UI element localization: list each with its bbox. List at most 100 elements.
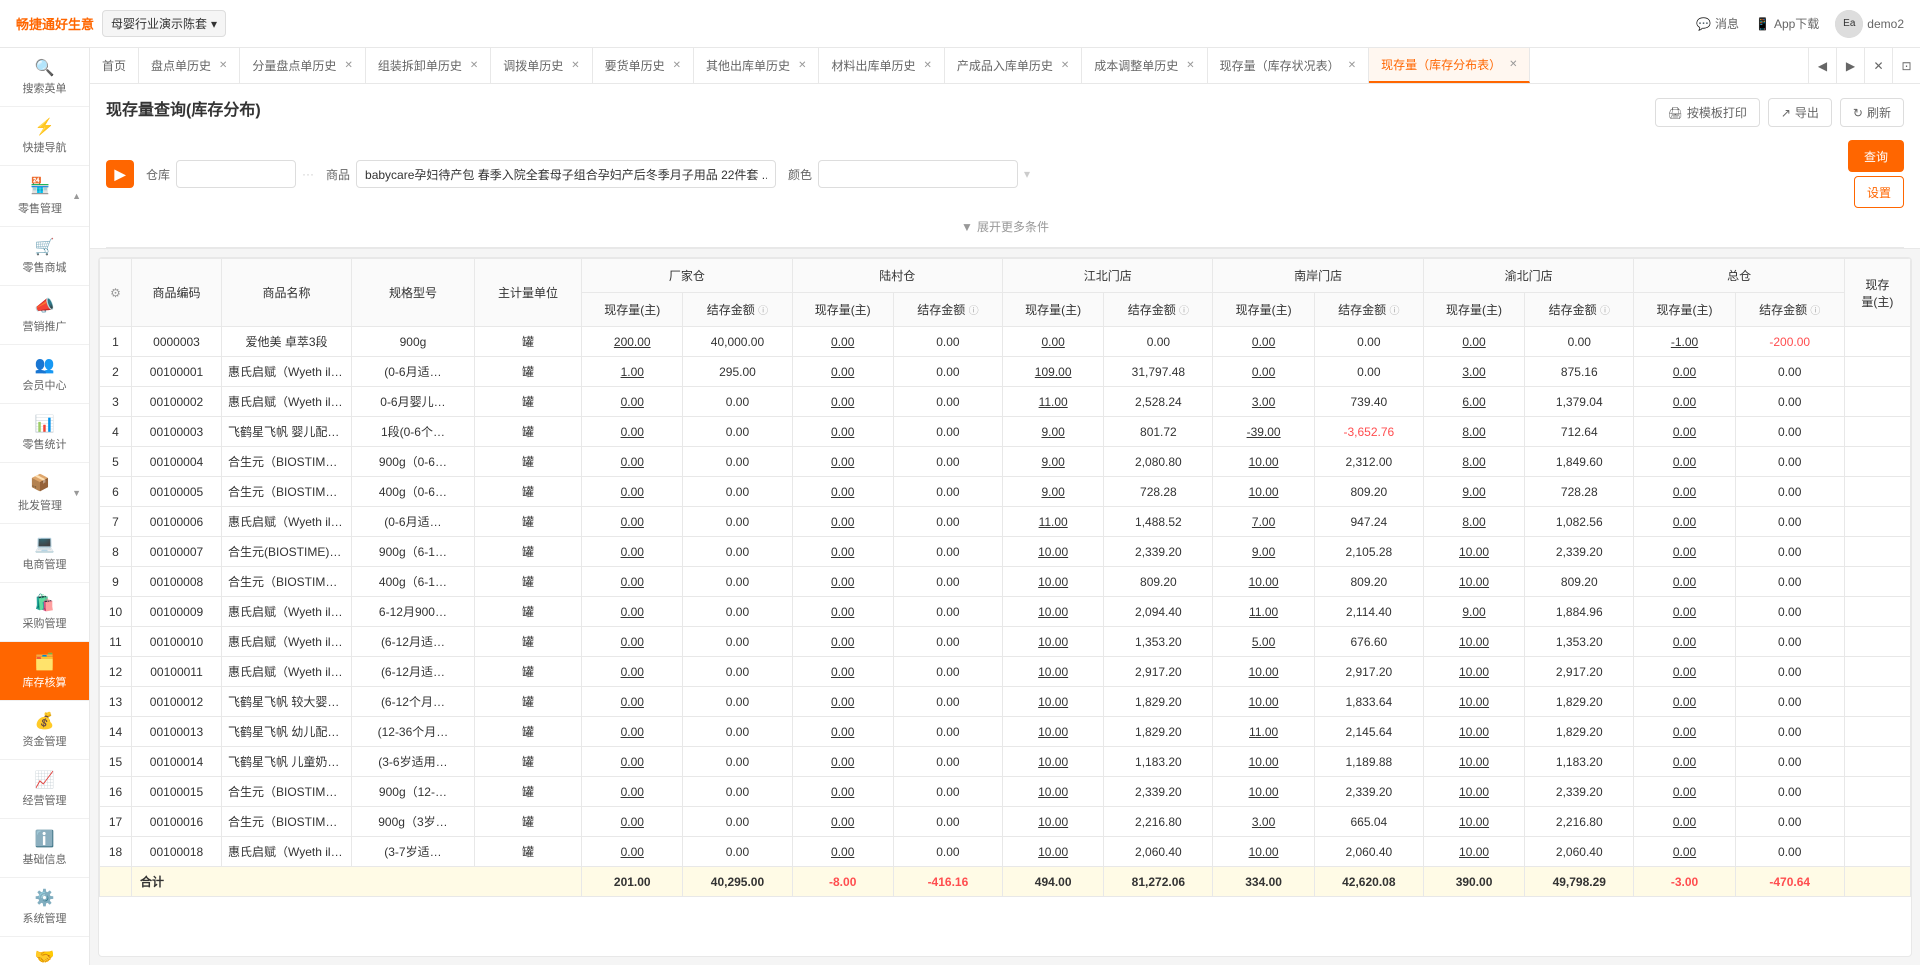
sidebar-item-operations[interactable]: 📈 经营管理 [0,760,89,819]
export-btn[interactable]: ↗ 导出 [1768,98,1832,127]
user-area[interactable]: Ea demo2 [1835,10,1904,38]
sidebar-item-mall[interactable]: 🛒 零售商城 [0,227,89,286]
sidebar-item-purchase[interactable]: 🛍️ 采购管理 [0,583,89,642]
cell: -39.00 [1213,417,1314,447]
tab-cost-adj[interactable]: 成本调整单历史 ✕ [1082,48,1207,83]
refresh-btn[interactable]: ↻ 刷新 [1840,98,1904,127]
sidebar-item-wholesale[interactable]: 📦 批发管理 ▼ [0,463,89,524]
sidebar-label-system: 系统管理 [23,910,67,926]
sidebar-item-marketing[interactable]: 📣 营销推广 [0,286,89,345]
table-row: 6 00100005 合生元（BIOSTIME）… 400g（0-6… 罐 0.… [100,477,1911,507]
color-input[interactable] [818,160,1018,188]
tab-next-btn[interactable]: ▶ [1836,48,1864,84]
tab-transfer[interactable]: 调拨单历史 ✕ [491,48,592,83]
tab-requisition-close[interactable]: ✕ [673,60,681,71]
cell: 飞鹤星飞帆 儿童奶粉 4… [222,747,352,777]
cell: 0.00 [683,627,792,657]
cell: 罐 [474,477,581,507]
cell: 0.00 [1735,777,1844,807]
tab-material-out[interactable]: 材料出库单历史 ✕ [819,48,944,83]
tab-split-stock[interactable]: 分量盘点单历史 ✕ [240,48,365,83]
cell: 0.00 [683,687,792,717]
sidebar-item-basic-info[interactable]: ℹ️ 基础信息 [0,819,89,878]
query-button[interactable]: 查询 [1848,140,1904,172]
cell: 罐 [474,717,581,747]
tab-other-out[interactable]: 其他出库单历史 ✕ [694,48,819,83]
tab-finished-in[interactable]: 产成品入库单历史 ✕ [945,48,1082,83]
cell: 0.00 [792,777,893,807]
sidebar-item-collab[interactable]: 🤝 企业协同 [0,937,89,965]
cell: 0.00 [683,717,792,747]
goods-input[interactable] [356,160,776,188]
sidebar-item-retail-mgmt[interactable]: 🏪 零售管理 ▲ [0,166,89,227]
warehouse-input[interactable] [176,160,296,188]
sidebar-item-nav[interactable]: ⚡ 快捷导航 [0,107,89,166]
tab-stock-history[interactable]: 盘点单历史 ✕ [139,48,240,83]
tab-expand-btn[interactable]: ⊡ [1892,48,1920,84]
cell: 0.00 [1735,807,1844,837]
cell: 739.40 [1314,387,1423,417]
tab-transfer-close[interactable]: ✕ [571,60,579,71]
sidebar-item-ecommerce[interactable]: 💻 电商管理 [0,524,89,583]
cell: 9.00 [1003,477,1104,507]
tab-stock-history-close[interactable]: ✕ [219,60,227,71]
cell: 0.00 [1213,327,1314,357]
cell: 15 [100,747,132,777]
warehouse-dots[interactable]: ··· [302,167,314,181]
cell: (3-7岁适… [352,837,475,867]
tab-stock-dist-close[interactable]: ✕ [1509,59,1517,70]
tab-assembly-close[interactable]: ✕ [470,60,478,71]
cell: 2,917.20 [1314,657,1423,687]
messages-btn[interactable]: 💬 消息 [1696,15,1739,32]
cell: 2,105.28 [1314,537,1423,567]
app-download-btn[interactable]: 📱 App下载 [1755,15,1819,32]
cell: 10.00 [1003,567,1104,597]
tab-home[interactable]: 首页 [90,48,139,83]
summary-yb-amt: 49,798.29 [1525,867,1634,897]
tab-assembly[interactable]: 组装拆卸单历史 ✕ [366,48,491,83]
color-dropdown-icon[interactable]: ▾ [1024,167,1030,181]
col-header-factory: 厂家仓 [582,259,792,293]
cell: 1.00 [582,357,683,387]
cell: 惠氏启赋（Wyeth illu… [222,387,352,417]
tab-material-out-close[interactable]: ✕ [923,60,931,71]
chevron-down-icon: ▾ [211,17,217,31]
cell: 10.00 [1423,627,1524,657]
sidebar-item-system[interactable]: ⚙️ 系统管理 [0,878,89,937]
cell: 00100001 [132,357,222,387]
cell: 1,379.04 [1525,387,1634,417]
cell: 0.00 [1735,417,1844,447]
tab-stock-status[interactable]: 现存量（库存状况表） ✕ [1208,48,1369,83]
tab-split-stock-close[interactable]: ✕ [344,60,352,71]
tab-stock-status-close[interactable]: ✕ [1348,60,1356,71]
settings-icon[interactable]: ⚙ [110,286,121,300]
warehouse-label: 仓库 [146,166,170,183]
tab-finished-in-close[interactable]: ✕ [1061,60,1069,71]
cell: 0.00 [1634,537,1735,567]
expand-more-btn[interactable]: ▼ 展开更多条件 [106,214,1904,239]
tab-requisition[interactable]: 要货单历史 ✕ [593,48,694,83]
sidebar-item-search[interactable]: 🔍 搜索英单 [0,48,89,107]
sidebar-item-finance[interactable]: 💰 资金管理 [0,701,89,760]
sidebar-item-member[interactable]: 👥 会员中心 [0,345,89,404]
print-btn[interactable]: 🖨 按模板打印 [1655,98,1760,127]
col-sub-yb-qty: 现存量(主) [1423,293,1524,327]
store-selector[interactable]: 母婴行业演示陈套 ▾ [102,10,226,37]
cell [1844,657,1910,687]
cell: 0.00 [792,657,893,687]
sidebar-item-retail-stats[interactable]: 📊 零售统计 [0,404,89,463]
tab-cost-adj-close[interactable]: ✕ [1186,60,1194,71]
tab-stock-dist[interactable]: 现存量（库存分布表） ✕ [1369,48,1530,83]
sidebar-item-inventory[interactable]: 🗂️ 库存核算 [0,642,89,701]
cell: 0.00 [582,627,683,657]
cell: 惠氏启赋（Wyeth illu… [222,657,352,687]
cell: 6 [100,477,132,507]
tab-other-out-close[interactable]: ✕ [798,60,806,71]
cell: 0.00 [1634,807,1735,837]
tab-prev-btn[interactable]: ◀ [1808,48,1836,84]
cell: 875.16 [1525,357,1634,387]
sidebar-label-ecommerce: 电商管理 [23,556,67,572]
filter-expand-btn[interactable]: ▶ [106,160,134,188]
setting-button[interactable]: 设置 [1854,176,1904,208]
tab-close-btn[interactable]: ✕ [1864,48,1892,84]
